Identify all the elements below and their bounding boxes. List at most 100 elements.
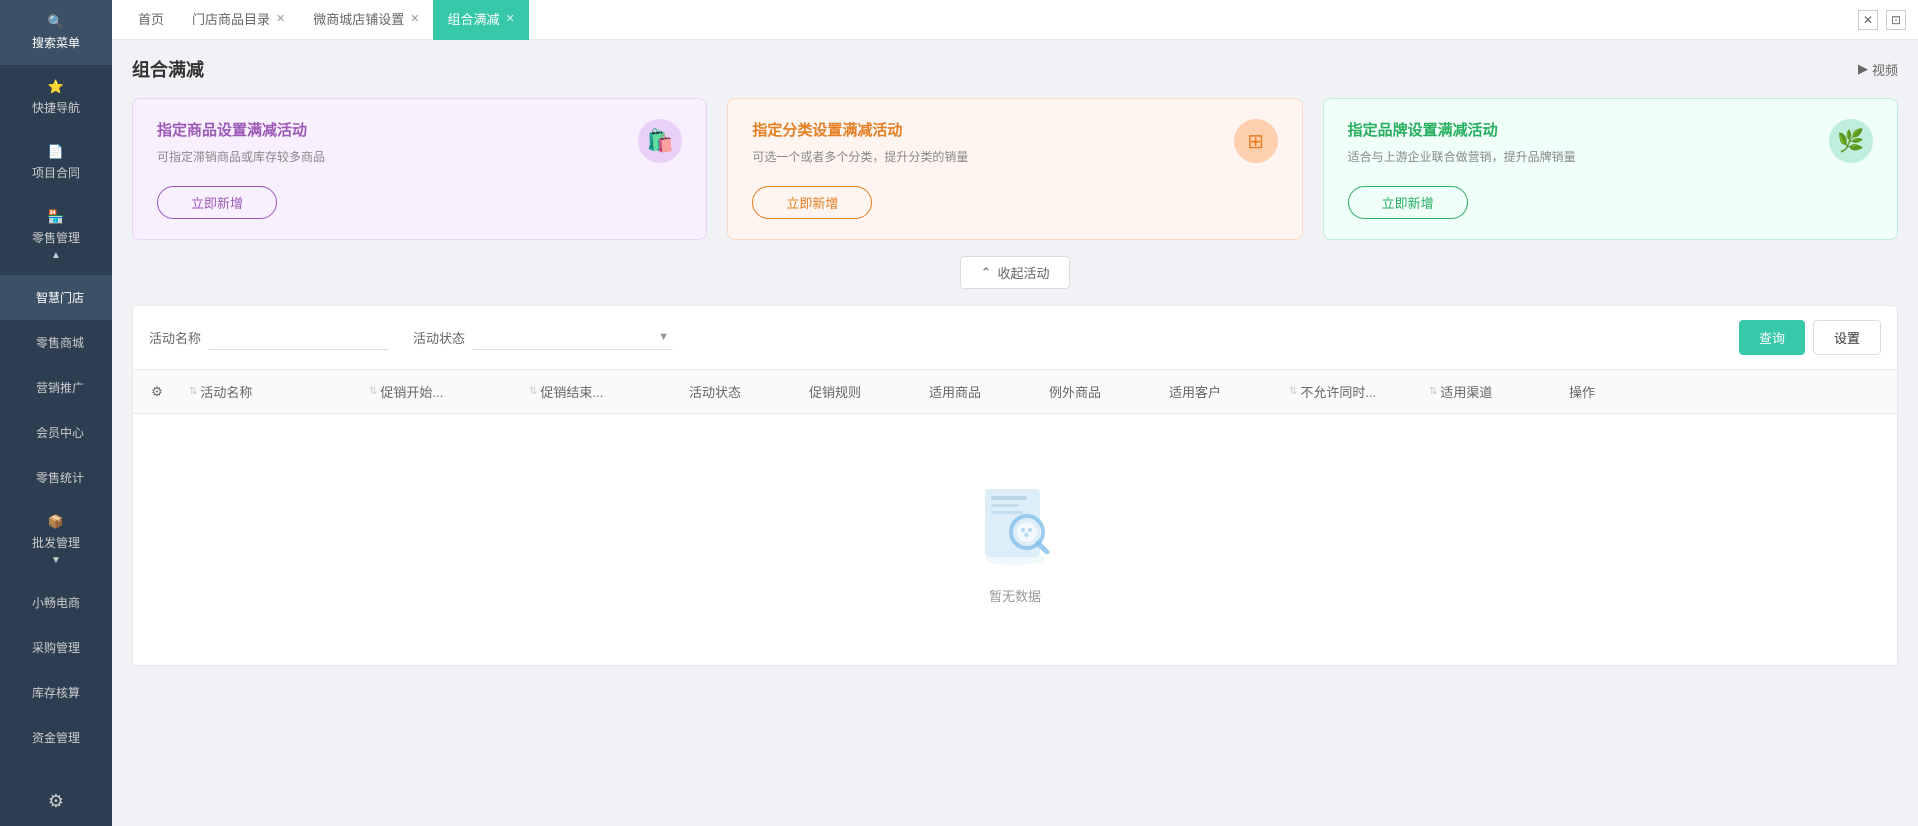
empty-icon xyxy=(965,474,1065,574)
window-close-icon: ✕ xyxy=(1863,13,1873,27)
filter-status-select[interactable]: 进行中 未开始 已结束 xyxy=(481,330,665,345)
sidebar-item-quicknav[interactable]: ⭐ 快捷导航 xyxy=(0,65,112,130)
collapse-bar: ⌃ 收起活动 xyxy=(132,256,1898,289)
sidebar-item-ecommerce[interactable]: 小畅电商 xyxy=(0,580,112,625)
filter-name-input[interactable] xyxy=(209,326,389,350)
sidebar-retailmall-label: 零售商城 xyxy=(36,334,84,351)
sidebar: 🔍 搜索菜单 ⭐ 快捷导航 📄 项目合同 🏪 零售管理 ▲ 智慧门店 零售商城 … xyxy=(0,0,112,826)
brand-card-icon: 🌿 xyxy=(1829,119,1873,163)
filter-status-wrapper: 进行中 未开始 已结束 ▼ xyxy=(473,326,673,350)
th-goods: 适用商品 xyxy=(921,382,1041,401)
goods-card-add-button[interactable]: 立即新增 xyxy=(157,186,277,219)
th-end-label: 促销结束... xyxy=(540,382,603,401)
brand-card-add-button[interactable]: 立即新增 xyxy=(1348,186,1468,219)
tab-product-catalog[interactable]: 门店商品目录 ✕ xyxy=(178,0,299,40)
tab-wechat-settings[interactable]: 微商城店铺设置 ✕ xyxy=(299,0,433,40)
leaf-icon: 🌿 xyxy=(1837,128,1864,154)
th-channel[interactable]: ⇅ 适用渠道 xyxy=(1421,382,1561,401)
tab-home-label: 首页 xyxy=(138,9,164,28)
sidebar-item-retailstats[interactable]: 零售统计 xyxy=(0,455,112,500)
table-gear-icon: ⚙ xyxy=(151,384,163,400)
sidebar-retail-label: 零售管理 xyxy=(32,229,80,246)
sidebar-smartstore-label: 智慧门店 xyxy=(36,289,84,306)
tab-bar-actions: ✕ ⊡ xyxy=(1858,10,1906,30)
category-activity-card: 指定分类设置满减活动 ⊞ 可选一个或者多个分类，提升分类的销量 立即新增 xyxy=(727,98,1302,240)
category-card-add-button[interactable]: 立即新增 xyxy=(752,186,872,219)
filter-status-item: 活动状态 进行中 未开始 已结束 ▼ xyxy=(413,326,673,350)
sidebar-inventory-label: 库存核算 xyxy=(32,684,80,701)
sidebar-item-finance[interactable]: 资金管理 xyxy=(0,715,112,760)
page-content: 组合满减 ▶ 视频 指定商品设置满减活动 🛍️ 可指定滞销商品或库存较多商品 立… xyxy=(112,40,1918,826)
tab-wechat-settings-label: 微商城店铺设置 xyxy=(313,9,404,28)
tab-combo-discount-close[interactable]: ✕ xyxy=(506,12,515,25)
tab-home[interactable]: 首页 xyxy=(124,0,178,40)
th-end[interactable]: ⇅ 促销结束... xyxy=(521,382,681,401)
goods-activity-card: 指定商品设置满减活动 🛍️ 可指定滞销商品或库存较多商品 立即新增 xyxy=(132,98,707,240)
video-link[interactable]: ▶ 视频 xyxy=(1858,60,1898,79)
brand-card-title: 指定品牌设置满减活动 xyxy=(1348,119,1873,140)
th-concurrent[interactable]: ⇅ 不允许同时... xyxy=(1281,382,1421,401)
sidebar-item-inventory[interactable]: 库存核算 xyxy=(0,670,112,715)
video-link-label: 视频 xyxy=(1872,60,1898,79)
category-card-title: 指定分类设置满减活动 xyxy=(752,119,1277,140)
sidebar-item-wholesale[interactable]: 📦 批发管理 ▼ xyxy=(0,500,112,580)
sidebar-retailstats-label: 零售统计 xyxy=(36,469,84,486)
tab-wechat-settings-close[interactable]: ✕ xyxy=(410,12,419,25)
brand-card-desc: 适合与上游企业联合做营销，提升品牌销量 xyxy=(1348,148,1873,166)
tab-product-catalog-close[interactable]: ✕ xyxy=(276,12,285,25)
goods-card-title: 指定商品设置满减活动 xyxy=(157,119,682,140)
category-icon: ⊞ xyxy=(1247,129,1264,154)
sidebar-item-smartstore[interactable]: 智慧门店 xyxy=(0,275,112,320)
table-header: ⚙ ⇅ 活动名称 ⇅ 促销开始... ⇅ 促销结束... xyxy=(133,370,1897,414)
sidebar-item-member[interactable]: 会员中心 xyxy=(0,410,112,455)
th-channel-label: 适用渠道 xyxy=(1440,382,1492,401)
retail-arrow-icon: ▲ xyxy=(51,250,61,261)
wholesale-arrow-icon: ▼ xyxy=(51,555,61,566)
th-action-label: 操作 xyxy=(1569,382,1595,401)
sidebar-marketing-label: 营销推广 xyxy=(36,379,84,396)
th-gear[interactable]: ⚙ xyxy=(133,384,181,400)
query-button[interactable]: 查询 xyxy=(1739,320,1805,355)
empty-illustration xyxy=(965,474,1065,574)
window-maximize-icon: ⊡ xyxy=(1891,13,1901,27)
sidebar-item-retail[interactable]: 🏪 零售管理 ▲ xyxy=(0,195,112,275)
sidebar-bottom: ⚙ xyxy=(0,777,112,826)
settings-button[interactable]: 设置 xyxy=(1813,320,1881,355)
retail-icon: 🏪 xyxy=(48,209,64,225)
sort-icon-concurrent: ⇅ xyxy=(1289,386,1297,397)
window-close-button[interactable]: ✕ xyxy=(1858,10,1878,30)
data-table: ⚙ ⇅ 活动名称 ⇅ 促销开始... ⇅ 促销结束... xyxy=(132,369,1898,666)
page-title: 组合满减 xyxy=(132,56,204,82)
collapse-activity-button[interactable]: ⌃ 收起活动 xyxy=(960,256,1071,289)
th-status: 活动状态 xyxy=(681,382,801,401)
sidebar-search-label: 搜索菜单 xyxy=(32,34,80,51)
sidebar-purchase-label: 采购管理 xyxy=(32,639,80,656)
collapse-icon: ⌃ xyxy=(981,265,992,281)
collapse-btn-label: 收起活动 xyxy=(997,263,1049,282)
window-maximize-button[interactable]: ⊡ xyxy=(1886,10,1906,30)
brand-activity-card: 指定品牌设置满减活动 🌿 适合与上游企业联合做营销，提升品牌销量 立即新增 xyxy=(1323,98,1898,240)
sidebar-item-project[interactable]: 📄 项目合同 xyxy=(0,130,112,195)
empty-state: 暂无数据 xyxy=(133,414,1897,665)
goods-card-desc: 可指定滞销商品或库存较多商品 xyxy=(157,148,682,166)
sidebar-quicknav-label: 快捷导航 xyxy=(32,99,80,116)
filter-status-label: 活动状态 xyxy=(413,328,465,347)
sidebar-item-search[interactable]: 🔍 搜索菜单 xyxy=(0,0,112,65)
th-rule: 促销规则 xyxy=(801,382,921,401)
tab-combo-discount[interactable]: 组合满减 ✕ xyxy=(433,0,528,40)
th-concurrent-label: 不允许同时... xyxy=(1300,382,1376,401)
sidebar-finance-label: 资金管理 xyxy=(32,729,80,746)
th-name[interactable]: ⇅ 活动名称 xyxy=(181,382,361,401)
empty-text: 暂无数据 xyxy=(989,586,1041,605)
sidebar-gear-button[interactable]: ⚙ xyxy=(0,777,112,826)
th-customer-label: 适用客户 xyxy=(1169,382,1221,401)
sidebar-item-marketing[interactable]: 营销推广 xyxy=(0,365,112,410)
tab-combo-discount-label: 组合满减 xyxy=(447,9,499,28)
th-start[interactable]: ⇅ 促销开始... xyxy=(361,382,521,401)
th-status-label: 活动状态 xyxy=(689,382,741,401)
play-icon: ▶ xyxy=(1858,61,1868,77)
sidebar-item-retailmall[interactable]: 零售商城 xyxy=(0,320,112,365)
category-card-icon: ⊞ xyxy=(1234,119,1278,163)
sidebar-item-purchase[interactable]: 采购管理 xyxy=(0,625,112,670)
page-header: 组合满减 ▶ 视频 xyxy=(132,56,1898,82)
